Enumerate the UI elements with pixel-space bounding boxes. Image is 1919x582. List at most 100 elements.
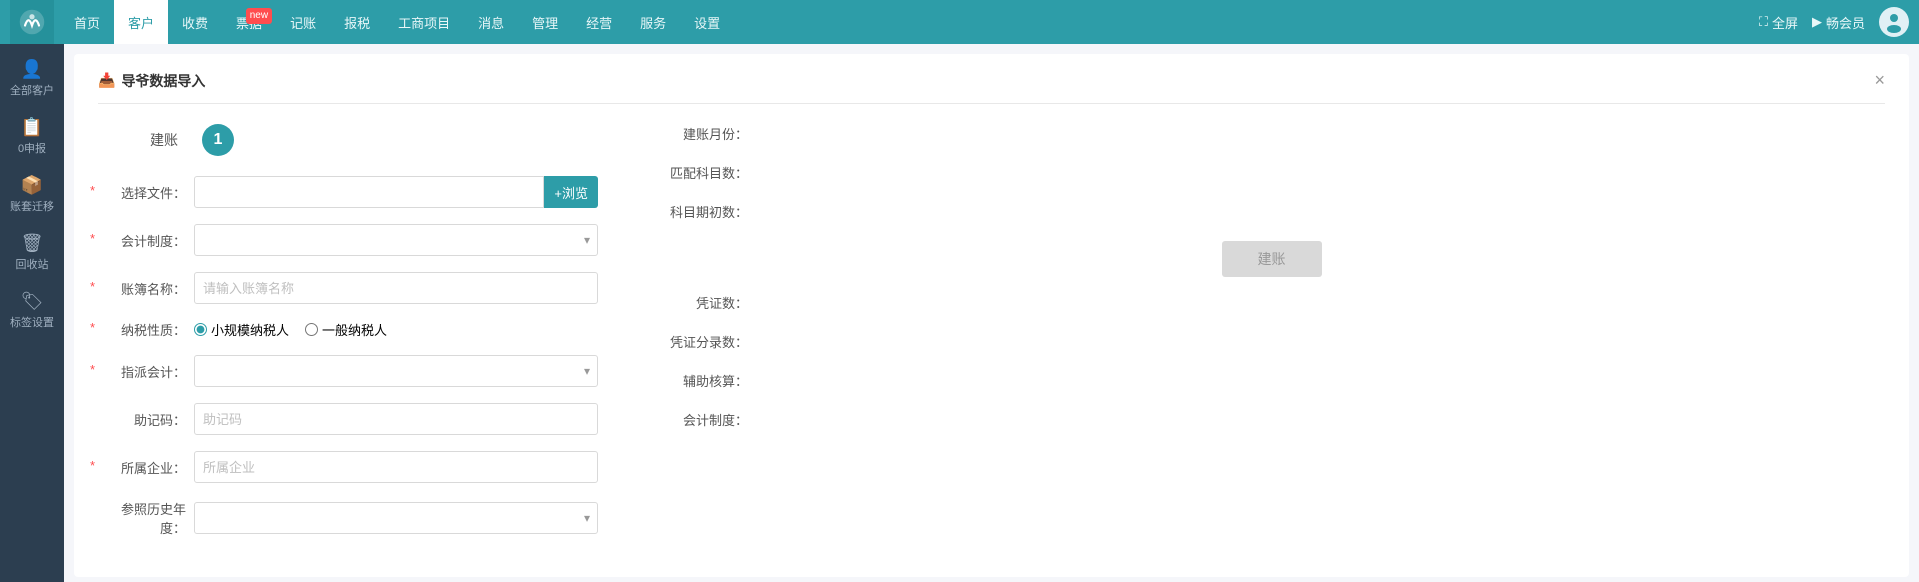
voucher-entries-label: 凭证分录数： bbox=[658, 332, 748, 351]
sidebar-item-tag-settings[interactable]: 🏷 标签设置 bbox=[4, 284, 60, 338]
aux-accounting-row: 辅助核算： bbox=[658, 371, 1885, 390]
memo-code-input[interactable] bbox=[194, 403, 598, 435]
new-badge: new bbox=[246, 8, 272, 24]
sidebar-item-declaration-label: 0申报 bbox=[18, 140, 46, 156]
main-layout: 👤 全部客户 📋 0申报 📦 账套迁移 🗑 回收站 🏷 标签设置 📥 导爷 bbox=[0, 44, 1919, 582]
nav-menu: 首页 客户 收费 票据 new 记账 报税 工商项目 消息 管理 经营 服务 设… bbox=[60, 0, 1759, 44]
sidebar: 👤 全部客户 📋 0申报 📦 账套迁移 🗑 回收站 🏷 标签设置 bbox=[0, 44, 64, 582]
month-label: 建账月份： bbox=[658, 124, 748, 143]
history-year-select-wrap bbox=[194, 502, 598, 534]
tax-type-general-label: 一般纳税人 bbox=[322, 320, 387, 339]
memo-code-label: 助记码： bbox=[98, 410, 186, 429]
logo-icon bbox=[18, 8, 46, 36]
memo-code-row: 助记码： bbox=[98, 403, 598, 435]
nav-item-home[interactable]: 首页 bbox=[60, 0, 114, 44]
sidebar-item-all-customers-label: 全部客户 bbox=[10, 82, 54, 98]
form-left: 建账 1 选择文件： +浏览 bbox=[98, 124, 598, 553]
sidebar-item-all-customers[interactable]: 👤 全部客户 bbox=[4, 52, 60, 106]
sidebar-item-account-migrate[interactable]: 📦 账套迁移 bbox=[4, 168, 60, 222]
nav-item-invoice[interactable]: 票据 new bbox=[222, 0, 276, 44]
panel-header: 📥 导爷数据导入 × bbox=[98, 70, 1885, 104]
right-accounting-system-row: 会计制度： bbox=[658, 410, 1885, 429]
tax-type-radio-group: 小规模纳税人 一般纳税人 bbox=[194, 320, 387, 339]
company-row: 所属企业： bbox=[98, 451, 598, 483]
tax-type-label: 纳税性质： bbox=[98, 320, 186, 339]
accounting-system-select[interactable] bbox=[194, 224, 598, 256]
build-account-button[interactable]: 建账 bbox=[1222, 241, 1322, 277]
play-icon: ▶ bbox=[1812, 14, 1822, 30]
tag-settings-icon: 🏷 bbox=[21, 292, 44, 310]
match-subjects-label: 匹配科目数： bbox=[658, 163, 748, 182]
vouchers-label: 凭证数： bbox=[658, 293, 748, 312]
browse-button[interactable]: +浏览 bbox=[544, 176, 598, 208]
sidebar-item-declaration[interactable]: 📋 0申报 bbox=[4, 110, 60, 164]
assign-accountant-row: 指派会计： bbox=[98, 355, 598, 387]
tax-type-small-input[interactable] bbox=[194, 323, 207, 336]
fullscreen-button[interactable]: ⛶ 全屏 bbox=[1759, 13, 1798, 32]
file-input[interactable] bbox=[194, 176, 544, 208]
vouchers-row: 凭证数： bbox=[658, 293, 1885, 312]
assign-accountant-select-wrap bbox=[194, 355, 598, 387]
nav-item-business[interactable]: 工商项目 bbox=[384, 0, 464, 44]
company-label: 所属企业： bbox=[98, 458, 186, 477]
import-icon: 📥 bbox=[98, 72, 115, 89]
step-label: 建账 bbox=[150, 132, 178, 148]
accounting-system-select-wrap bbox=[194, 224, 598, 256]
sidebar-item-recycle-label: 回收站 bbox=[16, 256, 49, 272]
sidebar-item-account-migrate-label: 账套迁移 bbox=[10, 198, 54, 214]
initial-subjects-row: 科目期初数： bbox=[658, 202, 1885, 221]
month-row: 建账月份： bbox=[658, 124, 1885, 143]
nav-item-manage[interactable]: 管理 bbox=[518, 0, 572, 44]
declaration-icon: 📋 bbox=[21, 118, 43, 136]
close-button[interactable]: × bbox=[1874, 70, 1885, 91]
accounting-system-row: 会计制度： bbox=[98, 224, 598, 256]
nav-item-customer[interactable]: 客户 bbox=[114, 0, 168, 44]
tax-type-general-radio[interactable]: 一般纳税人 bbox=[305, 320, 387, 339]
import-panel: 📥 导爷数据导入 × 建账 1 bbox=[74, 54, 1909, 577]
tax-type-row: 纳税性质： 小规模纳税人 一般纳税人 bbox=[98, 320, 598, 339]
member-button[interactable]: ▶ 畅会员 bbox=[1812, 13, 1865, 32]
right-accounting-system-label: 会计制度： bbox=[658, 410, 748, 429]
nav-item-operation[interactable]: 经营 bbox=[572, 0, 626, 44]
match-subjects-row: 匹配科目数： bbox=[658, 163, 1885, 182]
nav-item-service[interactable]: 服务 bbox=[626, 0, 680, 44]
nav-item-ledger[interactable]: 记账 bbox=[276, 0, 330, 44]
sidebar-item-recycle[interactable]: 🗑 回收站 bbox=[4, 226, 60, 280]
tax-type-general-input[interactable] bbox=[305, 323, 318, 336]
recycle-icon: 🗑 bbox=[21, 234, 44, 252]
build-btn-wrap: 建账 bbox=[658, 241, 1885, 277]
nav-item-collection[interactable]: 收费 bbox=[168, 0, 222, 44]
history-year-label: 参照历史年度： bbox=[98, 499, 186, 537]
tax-type-small-radio[interactable]: 小规模纳税人 bbox=[194, 320, 289, 339]
nav-item-message[interactable]: 消息 bbox=[464, 0, 518, 44]
sidebar-item-tag-settings-label: 标签设置 bbox=[10, 314, 54, 330]
tax-type-small-label: 小规模纳税人 bbox=[211, 320, 289, 339]
assign-accountant-select[interactable] bbox=[194, 355, 598, 387]
company-input[interactable] bbox=[194, 451, 598, 483]
file-row: +浏览 bbox=[194, 176, 598, 208]
file-select-row: 选择文件： +浏览 bbox=[98, 176, 598, 208]
top-navigation: 首页 客户 收费 票据 new 记账 报税 工商项目 消息 管理 经营 服务 设… bbox=[0, 0, 1919, 44]
avatar[interactable] bbox=[1879, 7, 1909, 37]
ledger-name-label: 账簿名称： bbox=[98, 279, 186, 298]
fullscreen-icon: ⛶ bbox=[1759, 14, 1768, 30]
assign-accountant-label: 指派会计： bbox=[98, 362, 186, 381]
step-area: 建账 1 bbox=[98, 124, 598, 156]
nav-right-area: ⛶ 全屏 ▶ 畅会员 bbox=[1759, 7, 1909, 37]
voucher-entries-row: 凭证分录数： bbox=[658, 332, 1885, 351]
step-circle: 1 bbox=[202, 124, 234, 156]
all-customers-icon: 👤 bbox=[21, 60, 43, 78]
account-migrate-icon: 📦 bbox=[21, 176, 43, 194]
nav-item-settings[interactable]: 设置 bbox=[680, 0, 734, 44]
nav-item-tax[interactable]: 报税 bbox=[330, 0, 384, 44]
form-body: 建账 1 选择文件： +浏览 bbox=[98, 124, 1885, 553]
initial-subjects-label: 科目期初数： bbox=[658, 202, 748, 221]
ledger-name-input[interactable] bbox=[194, 272, 598, 304]
form-right: 建账月份： 匹配科目数： 科目期初数： 建账 bbox=[598, 124, 1885, 553]
history-year-select[interactable] bbox=[194, 502, 598, 534]
accounting-system-label: 会计制度： bbox=[98, 231, 186, 250]
file-label: 选择文件： bbox=[98, 183, 186, 202]
aux-accounting-label: 辅助核算： bbox=[658, 371, 748, 390]
panel-title: 📥 导爷数据导入 bbox=[98, 71, 205, 91]
history-year-row: 参照历史年度： bbox=[98, 499, 598, 537]
